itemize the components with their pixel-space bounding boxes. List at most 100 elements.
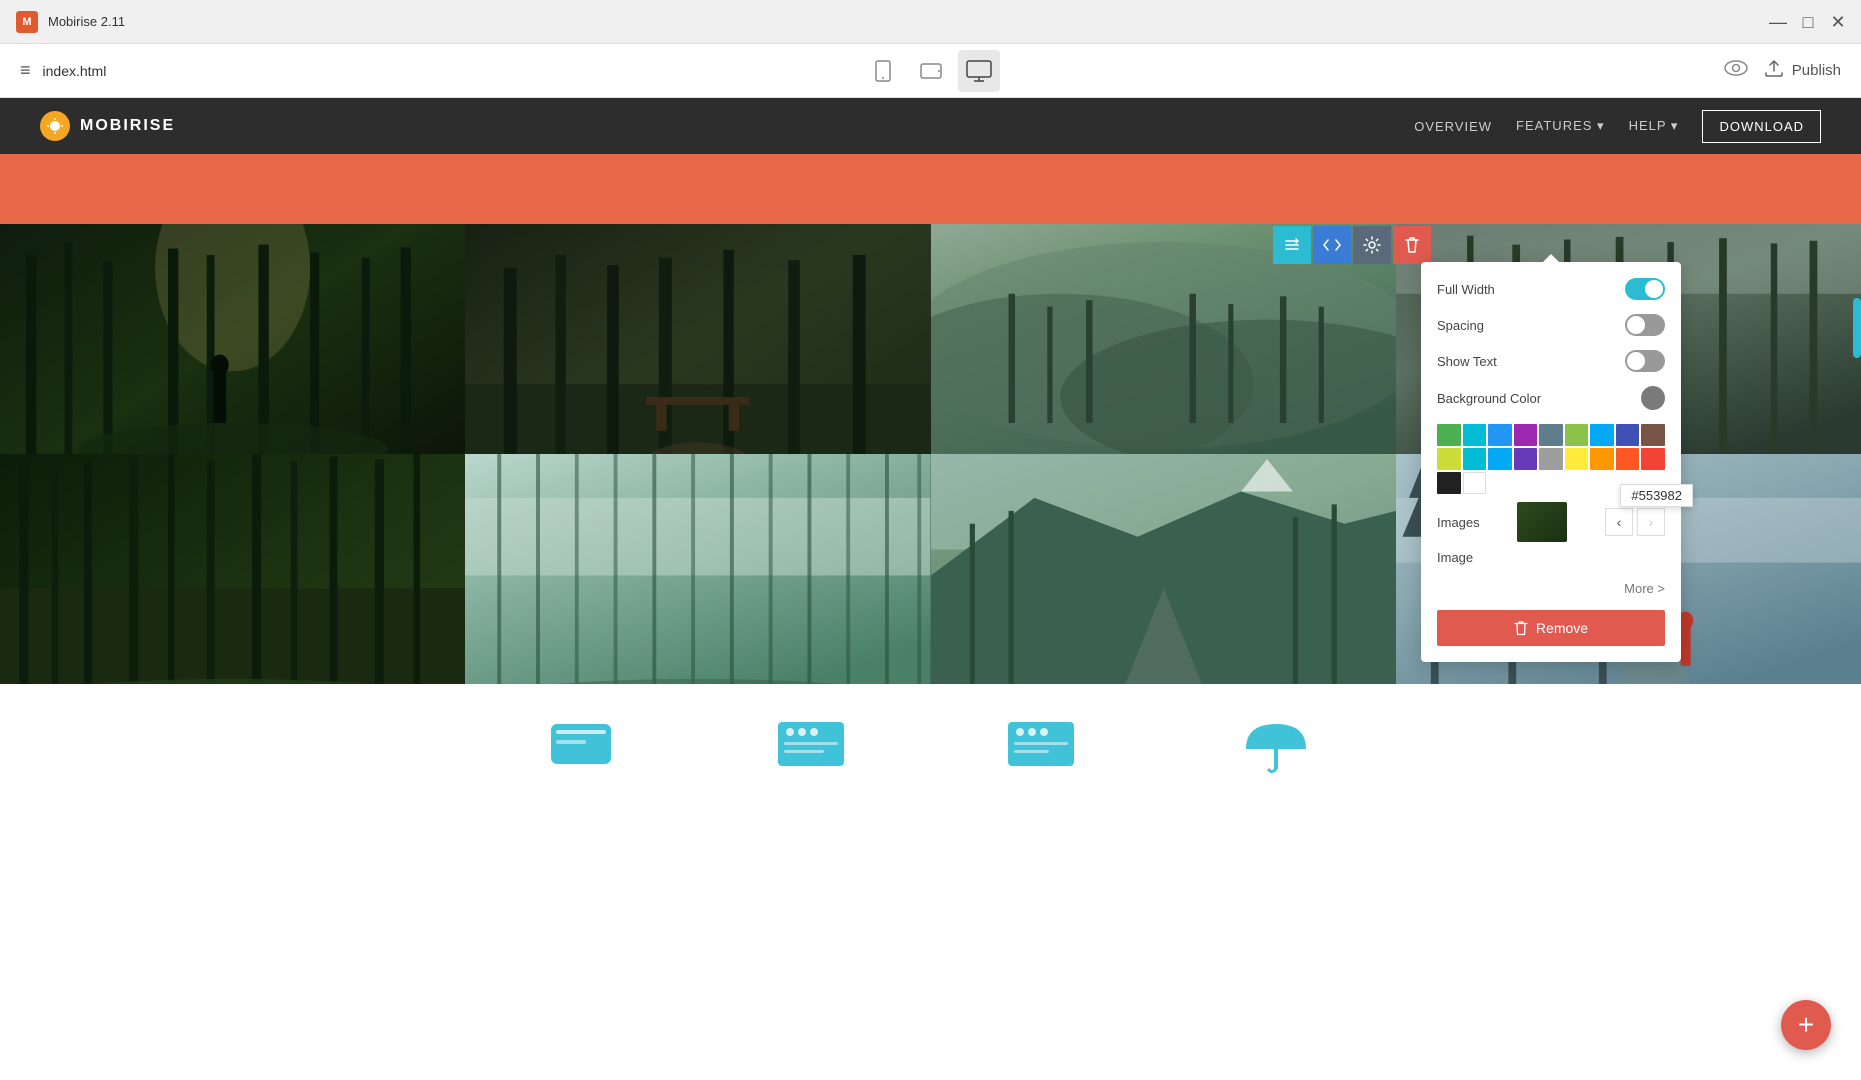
gallery-image-5 xyxy=(0,454,465,684)
desktop-device-button[interactable] xyxy=(958,50,1000,92)
color-swatch-cyan[interactable] xyxy=(1463,424,1487,446)
color-swatch-blue[interactable] xyxy=(1488,424,1512,446)
menu-icon[interactable]: ≡ xyxy=(20,60,31,81)
icon-item-4 xyxy=(1236,714,1316,774)
full-width-toggle[interactable] xyxy=(1625,278,1665,300)
toolbar-right: Publish xyxy=(1724,59,1841,82)
color-swatch-light-green[interactable] xyxy=(1565,424,1589,446)
publish-button[interactable]: Publish xyxy=(1764,59,1841,82)
color-swatch-yellow[interactable] xyxy=(1565,448,1589,470)
icon-item-2 xyxy=(776,714,846,769)
toolbar-left: ≡ index.html xyxy=(20,60,106,81)
color-swatch-black[interactable] xyxy=(1437,472,1461,494)
icon-item-3 xyxy=(1006,714,1076,769)
images-row: Images ‹ › xyxy=(1437,502,1665,542)
toggle-knob-show-text xyxy=(1627,352,1645,370)
color-swatch-white[interactable] xyxy=(1463,472,1487,494)
color-swatch-deep-purple[interactable] xyxy=(1514,448,1538,470)
nav-download-button[interactable]: DOWNLOAD xyxy=(1702,110,1821,143)
image-label-row: Image xyxy=(1437,550,1665,577)
scroll-handle[interactable] xyxy=(1853,298,1861,358)
settings-panel: Full Width Spacing Show Text Background … xyxy=(1421,262,1681,662)
show-text-toggle[interactable] xyxy=(1625,350,1665,372)
icons-section xyxy=(0,684,1861,814)
app-title: Mobirise 2.11 xyxy=(48,14,125,29)
color-swatch-light-blue[interactable] xyxy=(1590,424,1614,446)
prev-image-button[interactable]: ‹ xyxy=(1605,508,1633,536)
remove-label: Remove xyxy=(1536,620,1588,636)
swap-section-button[interactable] xyxy=(1273,226,1311,264)
panel-arrow xyxy=(1543,254,1559,262)
sun-icon xyxy=(40,111,70,141)
spacing-label: Spacing xyxy=(1437,318,1484,333)
gallery-image-2 xyxy=(465,224,930,454)
add-section-fab[interactable]: + xyxy=(1781,1000,1831,1050)
more-link[interactable]: More > xyxy=(1437,581,1665,596)
color-swatch-green[interactable] xyxy=(1437,424,1461,446)
publish-label: Publish xyxy=(1792,62,1841,79)
spacing-toggle[interactable] xyxy=(1625,314,1665,336)
fab-icon: + xyxy=(1798,1009,1814,1041)
logo-letter: M xyxy=(22,16,31,28)
show-text-label: Show Text xyxy=(1437,354,1497,369)
full-width-label: Full Width xyxy=(1437,282,1495,297)
image-label: Image xyxy=(1437,550,1473,565)
settings-section-button[interactable] xyxy=(1353,226,1391,264)
background-color-circle[interactable] xyxy=(1641,386,1665,410)
icon-item-1 xyxy=(546,714,616,769)
preview-area: MOBIRISE OVERVIEW FEATURES ▾ HELP ▾ DOWN… xyxy=(0,98,1861,1080)
color-swatch-red[interactable] xyxy=(1641,448,1665,470)
window-controls: — □ ✕ xyxy=(1771,15,1845,29)
toggle-knob-spacing xyxy=(1627,316,1645,334)
toggle-knob-full-width xyxy=(1645,280,1663,298)
titlebar: M Mobirise 2.11 — □ ✕ xyxy=(0,0,1861,44)
next-image-button: › xyxy=(1637,508,1665,536)
color-swatch-orange[interactable] xyxy=(1590,448,1614,470)
color-palette-container: #553982 xyxy=(1437,424,1665,494)
full-width-setting: Full Width xyxy=(1437,278,1665,300)
delete-section-button[interactable] xyxy=(1393,226,1431,264)
color-swatch-teal[interactable] xyxy=(1463,448,1487,470)
color-swatch-brown[interactable] xyxy=(1641,424,1665,446)
upload-icon xyxy=(1764,59,1784,82)
hex-tooltip-wrapper: #553982 xyxy=(1620,484,1693,507)
color-swatch-grey[interactable] xyxy=(1539,448,1563,470)
gallery-image-7 xyxy=(931,454,1396,684)
mobile-device-button[interactable] xyxy=(862,50,904,92)
orange-banner xyxy=(0,154,1861,224)
remove-button[interactable]: Remove xyxy=(1437,610,1665,646)
color-swatch-purple[interactable] xyxy=(1514,424,1538,446)
app-logo: M xyxy=(16,11,38,33)
minimize-button[interactable]: — xyxy=(1771,15,1785,29)
color-swatch-sky[interactable] xyxy=(1488,448,1512,470)
titlebar-left: M Mobirise 2.11 xyxy=(16,11,125,33)
color-swatch-indigo[interactable] xyxy=(1616,424,1640,446)
nav-links: OVERVIEW FEATURES ▾ HELP ▾ DOWNLOAD xyxy=(1414,110,1821,143)
image-nav-arrows: ‹ › xyxy=(1605,508,1665,536)
maximize-button[interactable]: □ xyxy=(1801,15,1815,29)
nav-brand-name: MOBIRISE xyxy=(80,117,175,135)
preview-button[interactable] xyxy=(1724,59,1748,82)
preview-nav: MOBIRISE OVERVIEW FEATURES ▾ HELP ▾ DOWN… xyxy=(0,98,1861,154)
gallery-image-6 xyxy=(465,454,930,684)
background-color-label: Background Color xyxy=(1437,391,1541,406)
gallery-image-1 xyxy=(0,224,465,454)
color-swatch-deep-orange[interactable] xyxy=(1616,448,1640,470)
section-toolbar xyxy=(1273,226,1431,264)
nav-overview[interactable]: OVERVIEW xyxy=(1414,119,1492,134)
image-thumbnail[interactable] xyxy=(1517,502,1567,542)
nav-help[interactable]: HELP ▾ xyxy=(1629,118,1679,134)
spacing-setting: Spacing xyxy=(1437,314,1665,336)
nav-features[interactable]: FEATURES ▾ xyxy=(1516,118,1605,134)
device-switcher xyxy=(862,50,1000,92)
nav-brand: MOBIRISE xyxy=(40,111,175,141)
show-text-setting: Show Text xyxy=(1437,350,1665,372)
filename-label: index.html xyxy=(43,63,107,79)
code-section-button[interactable] xyxy=(1313,226,1351,264)
images-label: Images xyxy=(1437,515,1480,530)
color-swatch-blue-grey[interactable] xyxy=(1539,424,1563,446)
tablet-device-button[interactable] xyxy=(910,50,952,92)
close-button[interactable]: ✕ xyxy=(1831,15,1845,29)
background-color-setting: Background Color xyxy=(1437,386,1665,410)
color-swatch-lime[interactable] xyxy=(1437,448,1461,470)
